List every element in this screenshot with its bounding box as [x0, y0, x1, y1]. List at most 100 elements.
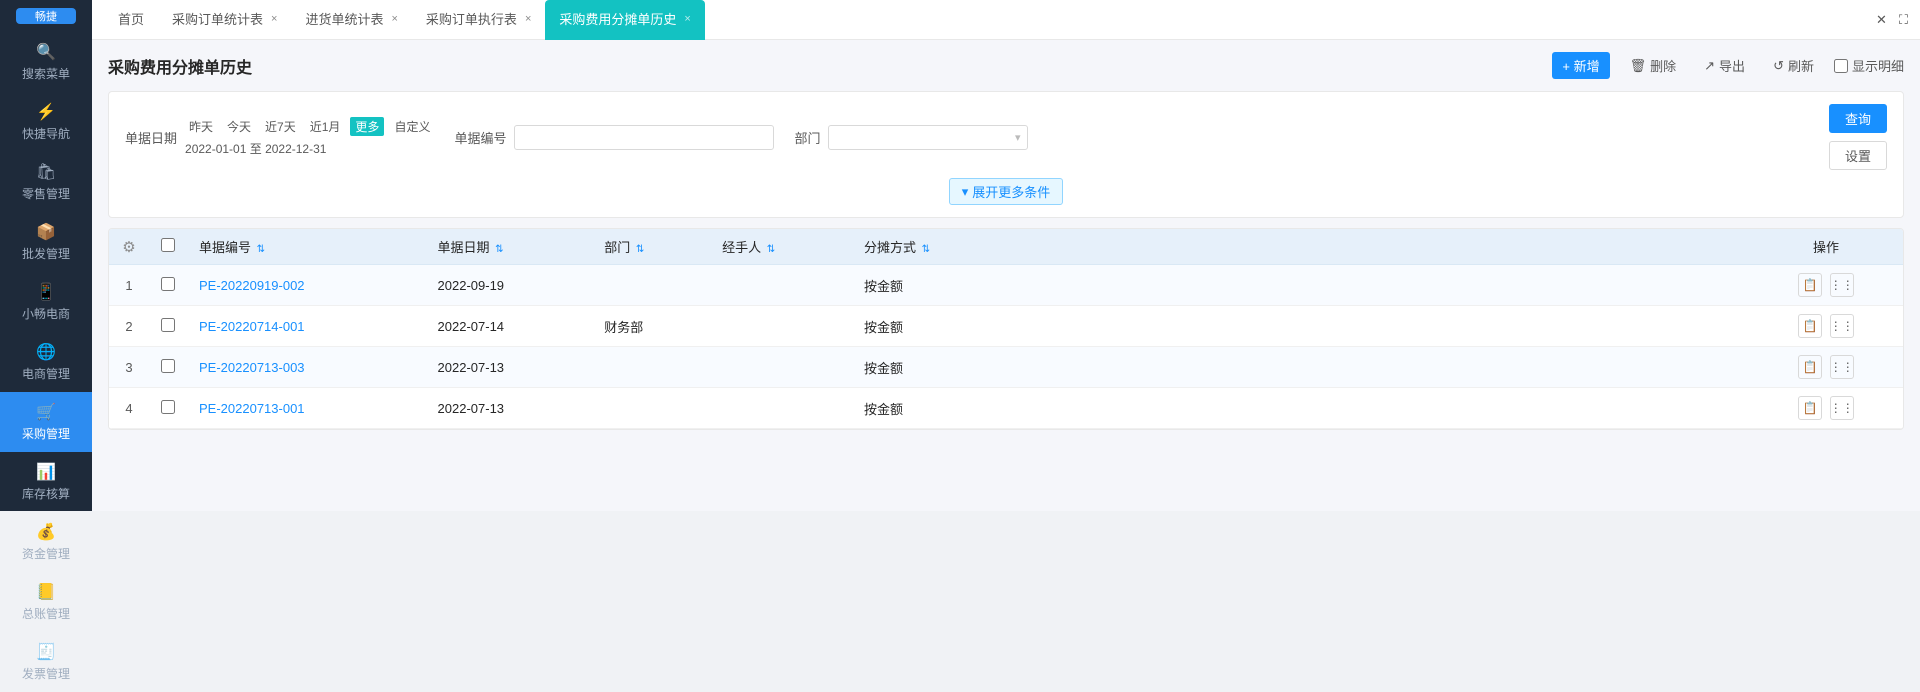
table-header-row: ⚙ 单据编号 ⇅ 单据日期 ⇅ — [109, 229, 1903, 265]
col-settings[interactable]: ⚙ — [109, 229, 149, 265]
window-max-btn[interactable]: ⛶ — [1899, 12, 1908, 28]
doc-no-link[interactable]: PE-20220714-001 — [199, 319, 305, 334]
sort-handler-icon[interactable]: ⇅ — [767, 244, 775, 255]
sidebar-item-ledger[interactable]: 📒 总账管理 — [0, 572, 92, 632]
filter-setting-button[interactable]: 设置 — [1829, 141, 1887, 170]
row-doc-no: PE-20220714-001 — [187, 306, 426, 347]
row-doc-no: PE-20220713-003 — [187, 347, 426, 388]
row-actions: 📋 ⋮⋮ — [1749, 265, 1903, 306]
delete-button[interactable]: 🗑 删除 — [1622, 52, 1685, 79]
tab-home[interactable]: 首页 — [104, 0, 158, 40]
add-button[interactable]: + 新增 — [1552, 52, 1609, 79]
doc-no-link[interactable]: PE-20220713-001 — [199, 401, 305, 416]
date-opt-custom[interactable]: 自定义 — [390, 117, 434, 136]
row-checkbox[interactable] — [161, 400, 175, 414]
table-row: 1 PE-20220919-002 2022-09-19 按金额 📋 ⋮⋮ — [109, 265, 1903, 306]
delete-icon: 🗑 — [1630, 58, 1647, 74]
expand-more-button[interactable]: ▾ 展开更多条件 — [949, 178, 1064, 205]
refresh-button[interactable]: ↺ 刷新 — [1765, 52, 1822, 79]
dept-select-wrap — [828, 125, 1028, 150]
sidebar: 畅捷 🔍 搜索菜单 ⚡ 快捷导航 🛍 零售管理 📦 批发管理 📱 小畅电商 🌐 … — [0, 0, 92, 511]
date-opt-more[interactable]: 更多 — [350, 117, 384, 136]
row-checkbox[interactable] — [161, 318, 175, 332]
date-options: 昨天 今天 近7天 近1月 更多 自定义 — [185, 117, 434, 136]
sidebar-item-search[interactable]: 🔍 搜索菜单 — [0, 32, 92, 92]
tab-cost-history[interactable]: 采购费用分摊单历史 × — [545, 0, 704, 40]
row-checkbox[interactable] — [161, 277, 175, 291]
sidebar-item-inventory[interactable]: 📊 库存核算 — [0, 452, 92, 512]
row-edit-icon[interactable]: 📋 — [1798, 314, 1822, 338]
sidebar-item-retail[interactable]: 🛍 零售管理 — [0, 152, 92, 212]
row-handler — [710, 347, 852, 388]
col-dept: 部门 ⇅ — [592, 229, 710, 265]
row-checkbox[interactable] — [161, 359, 175, 373]
row-method: 按金额 — [852, 347, 1749, 388]
tab-close-cost-history[interactable]: × — [684, 13, 690, 25]
row-more-icon[interactable]: ⋮⋮ — [1830, 396, 1854, 420]
tab-po-exec[interactable]: 采购订单执行表 × — [412, 0, 545, 40]
doc-no-input[interactable] — [514, 125, 774, 150]
tab-po-summary[interactable]: 采购订单统计表 × — [158, 0, 291, 40]
show-columns-checkbox[interactable] — [1834, 59, 1848, 73]
row-dept: 财务部 — [592, 306, 710, 347]
row-edit-icon[interactable]: 📋 — [1798, 396, 1822, 420]
sidebar-item-ecom[interactable]: 🌐 电商管理 — [0, 332, 92, 392]
dept-select[interactable] — [828, 125, 1028, 150]
ledger-icon: 📒 — [36, 582, 56, 602]
tab-close-import-summary[interactable]: × — [391, 13, 397, 25]
doc-no-link[interactable]: PE-20220919-002 — [199, 278, 305, 293]
row-edit-icon[interactable]: 📋 — [1798, 273, 1822, 297]
sidebar-item-label: 快捷导航 — [22, 125, 70, 142]
show-columns-button[interactable]: 显示明细 — [1834, 56, 1904, 75]
tab-close-po-summary[interactable]: × — [271, 13, 277, 25]
sort-dept-icon[interactable]: ⇅ — [636, 244, 644, 255]
window-close-btn[interactable]: ✕ — [1876, 12, 1887, 28]
sidebar-item-wholesale[interactable]: 📦 批发管理 — [0, 212, 92, 272]
col-doc-date-label: 单据日期 — [438, 240, 490, 255]
sidebar-item-purchase[interactable]: 🛒 采购管理 — [0, 392, 92, 452]
sort-doc-date-icon[interactable]: ⇅ — [495, 244, 503, 255]
tab-import-summary[interactable]: 进货单统计表 × — [291, 0, 411, 40]
export-button[interactable]: ↗ 导出 — [1696, 52, 1753, 79]
row-actions: 📋 ⋮⋮ — [1749, 347, 1903, 388]
col-handler-label: 经手人 — [722, 240, 761, 255]
sidebar-item-finance[interactable]: 💰 资金管理 — [0, 512, 92, 572]
col-dept-label: 部门 — [604, 240, 630, 255]
col-method-label: 分摊方式 — [864, 240, 916, 255]
sidebar-item-label: 小畅电商 — [22, 305, 70, 322]
date-opt-today[interactable]: 今天 — [223, 117, 255, 136]
row-handler — [710, 388, 852, 429]
sidebar-item-label: 批发管理 — [22, 245, 70, 262]
date-opt-yesterday[interactable]: 昨天 — [185, 117, 217, 136]
finance-icon: 💰 — [36, 522, 56, 542]
sidebar-item-invoice[interactable]: 🧾 发票管理 — [0, 632, 92, 692]
row-more-icon[interactable]: ⋮⋮ — [1830, 355, 1854, 379]
sort-doc-no-icon[interactable]: ⇅ — [257, 244, 265, 255]
doc-no-link[interactable]: PE-20220713-003 — [199, 360, 305, 375]
row-more-icon[interactable]: ⋮⋮ — [1830, 314, 1854, 338]
sidebar-item-label: 发票管理 — [22, 665, 70, 682]
settings-icon[interactable]: ⚙ — [122, 239, 135, 256]
tab-close-po-exec[interactable]: × — [525, 13, 531, 25]
dept-label: 部门 — [794, 128, 820, 147]
sort-method-icon[interactable]: ⇅ — [922, 244, 930, 255]
expand-icon: ▾ — [962, 184, 969, 200]
row-num: 3 — [109, 347, 149, 388]
row-checkbox-cell — [149, 265, 187, 306]
col-doc-date: 单据日期 ⇅ — [426, 229, 593, 265]
query-button[interactable]: 查询 — [1829, 104, 1887, 133]
sidebar-item-mobile[interactable]: 📱 小畅电商 — [0, 272, 92, 332]
tabs-bar: 首页 采购订单统计表 × 进货单统计表 × 采购订单执行表 × 采购费用分摊单历… — [92, 0, 1920, 40]
select-all-checkbox[interactable] — [161, 238, 175, 252]
row-doc-date: 2022-07-13 — [426, 347, 593, 388]
date-opt-7days[interactable]: 近7天 — [261, 117, 300, 136]
date-opt-1month[interactable]: 近1月 — [306, 117, 345, 136]
row-edit-icon[interactable]: 📋 — [1798, 355, 1822, 379]
row-more-icon[interactable]: ⋮⋮ — [1830, 273, 1854, 297]
sidebar-item-quick[interactable]: ⚡ 快捷导航 — [0, 92, 92, 152]
filter-area: 单据日期 昨天 今天 近7天 近1月 更多 自定义 2022-01-01 至 2… — [108, 91, 1904, 218]
row-actions: 📋 ⋮⋮ — [1749, 306, 1903, 347]
row-doc-date: 2022-07-13 — [426, 388, 593, 429]
table-row: 4 PE-20220713-001 2022-07-13 按金额 📋 ⋮⋮ — [109, 388, 1903, 429]
inventory-icon: 📊 — [36, 462, 56, 482]
